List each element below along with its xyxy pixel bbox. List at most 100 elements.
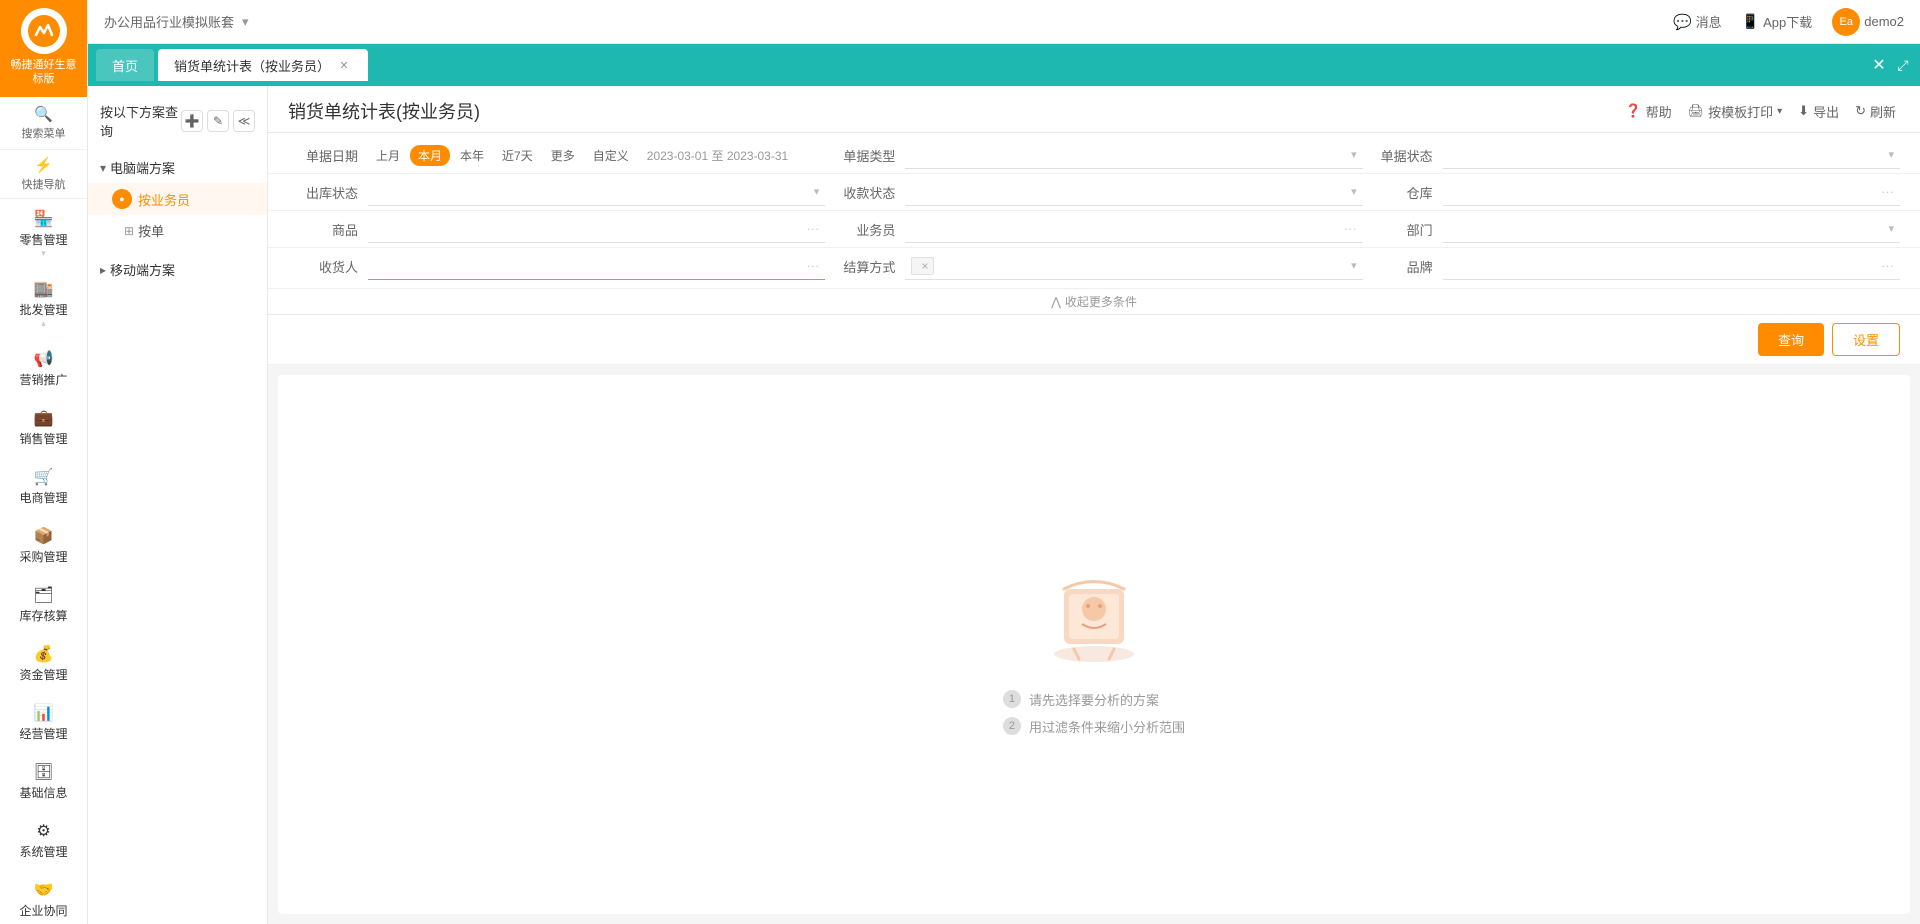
logo-text: 畅捷通好生意 标版 — [7, 56, 81, 89]
sidebar-item-ecommerce[interactable]: 🛒 电商管理 — [0, 457, 87, 516]
tab-sales-stats[interactable]: 销货单统计表（按业务员） ✕ — [158, 49, 368, 81]
tip-text-2: 用过滤条件来缩小分析范围 — [1029, 717, 1185, 736]
sidebar-item-label-marketing: 营销推广 — [19, 371, 67, 388]
maximize-btn[interactable]: ⤢ — [1894, 56, 1912, 74]
empty-tip-1: 1 请先选择要分析的方案 — [1003, 690, 1185, 709]
sidebar-item-label-purchase: 采购管理 — [19, 548, 67, 565]
collapse-bar: ⋀ 收起更多条件 — [268, 288, 1920, 314]
filter-docstatus-cell: 单据状态 ▾ — [1363, 141, 1900, 169]
left-panel-title: 按以下方案查询 — [100, 102, 181, 140]
date-tab-last-month[interactable]: 上月 — [368, 145, 408, 166]
page-title: 销货单统计表(按业务员) — [288, 98, 480, 124]
date-tab-custom[interactable]: 自定义 — [585, 145, 637, 166]
scheme-by-salesperson[interactable]: ● 按业务员 — [88, 183, 267, 215]
mobile-group-toggle[interactable]: ▸ 移动端方案 — [88, 254, 267, 285]
chevron-right-icon: ▸ — [100, 263, 106, 277]
warehouse-label: 仓库 — [1363, 183, 1443, 202]
sidebar-item-wholesale[interactable]: 🏬 批发管理 ▴ — [0, 269, 87, 339]
filter-salesperson-cell: 业务员 ··· — [825, 215, 1362, 243]
date-tab-this-month[interactable]: 本月 — [410, 145, 450, 166]
goods-input[interactable]: ··· — [368, 215, 825, 243]
docstatus-arrow-icon: ▾ — [1884, 148, 1894, 161]
sidebar-item-system[interactable]: ⚙ 系统管理 — [0, 811, 87, 870]
scheme-by-order[interactable]: ⊞ 按单 — [88, 215, 267, 246]
date-tab-7days[interactable]: 近7天 — [494, 145, 541, 166]
username-label: demo2 — [1864, 14, 1904, 29]
print-btn[interactable]: 🖨 按模板打印 ▾ — [1684, 102, 1787, 121]
goods-label: 商品 — [288, 220, 368, 239]
export-btn[interactable]: ⬇ 导出 — [1794, 102, 1843, 121]
sidebar-item-purchase[interactable]: 📦 采购管理 — [0, 516, 87, 575]
user-menu[interactable]: Ea demo2 — [1832, 8, 1904, 36]
empty-tip-2: 2 用过滤条件来缩小分析范围 — [1003, 717, 1185, 736]
tip-num-2: 2 — [1003, 717, 1021, 735]
add-scheme-btn[interactable]: ➕ — [181, 110, 203, 132]
sidebar-item-inventory[interactable]: 🗂 库存核算 — [0, 575, 87, 634]
recipient-input[interactable]: ··· — [368, 252, 825, 280]
chevron-down-icon: ▾ — [100, 161, 106, 175]
doctype-select[interactable]: ▾ — [905, 141, 1362, 169]
desktop-schemes-group: ▾ 电脑端方案 ● 按业务员 ⊞ 按单 — [88, 148, 267, 250]
goods-dots-icon: ··· — [802, 221, 819, 236]
collapse-panel-btn[interactable]: ≪ — [233, 110, 255, 132]
topbar-dropdown-icon[interactable]: ▾ — [242, 14, 249, 30]
wholesale-arrow-icon: ▴ — [41, 318, 46, 329]
app-download-btn[interactable]: 📱 App下载 — [1742, 12, 1813, 31]
sidebar-item-label-wholesale: 批发管理 — [19, 301, 67, 318]
brand-input[interactable]: ··· — [1443, 252, 1900, 280]
filter-date-cell: 单据日期 上月 本月 本年 近7天 更多 自定义 2023-03-01 至 20… — [288, 141, 825, 169]
empty-state: 1 请先选择要分析的方案 2 用过滤条件来缩小分析范围 — [278, 375, 1910, 914]
settings-button[interactable]: 设置 — [1832, 323, 1900, 356]
sales-icon: 💼 — [34, 408, 54, 428]
quick-nav-label: 快捷导航 — [22, 176, 66, 192]
warehouse-input[interactable]: ··· — [1443, 178, 1900, 206]
settlement-tag-close[interactable]: × — [921, 259, 928, 273]
date-tab-this-year[interactable]: 本年 — [452, 145, 492, 166]
search-menu[interactable]: 🔍 搜索菜单 — [0, 97, 87, 150]
tab-home-label: 首页 — [112, 56, 138, 75]
dept-arrow-icon: ▾ — [1884, 222, 1894, 235]
quick-nav[interactable]: ⚡ 快捷导航 — [0, 150, 87, 199]
tab-home[interactable]: 首页 — [96, 49, 154, 81]
date-tab-more[interactable]: 更多 — [543, 145, 583, 166]
enterprise-icon: 🤝 — [34, 880, 54, 900]
docstatus-select[interactable]: ▾ — [1443, 141, 1900, 169]
help-btn[interactable]: ❓ 帮助 — [1621, 102, 1675, 121]
stockout-select[interactable]: ▾ — [368, 178, 825, 206]
doctype-label: 单据类型 — [825, 146, 905, 165]
wholesale-icon: 🏬 — [34, 279, 54, 299]
sidebar-item-finance[interactable]: 💰 资金管理 — [0, 634, 87, 693]
desktop-group-toggle[interactable]: ▾ 电脑端方案 — [88, 152, 267, 183]
close-window-btn[interactable]: ✕ — [1870, 56, 1888, 74]
tab-close-btn[interactable]: ✕ — [336, 57, 352, 73]
refresh-icon: ↻ — [1855, 103, 1866, 119]
sidebar-item-retail[interactable]: 🏪 零售管理 ▾ — [0, 199, 87, 269]
mobile-group-label: 移动端方案 — [110, 260, 175, 279]
sidebar-item-ops[interactable]: 📊 经营管理 — [0, 693, 87, 752]
edit-scheme-btn[interactable]: ✎ — [207, 110, 229, 132]
sidebar-item-enterprise[interactable]: 🤝 企业协同 — [0, 870, 87, 924]
doctype-arrow-icon: ▾ — [1347, 148, 1357, 161]
settlement-select[interactable]: × ▾ — [905, 252, 1362, 280]
refresh-btn[interactable]: ↻ 刷新 — [1851, 102, 1900, 121]
query-button[interactable]: 查询 — [1758, 323, 1824, 356]
salesperson-label: 业务员 — [825, 220, 905, 239]
salesperson-scheme-icon: ● — [112, 189, 132, 209]
messages-btn[interactable]: 💬 消息 — [1673, 12, 1722, 31]
sidebar-item-sales[interactable]: 💼 销售管理 — [0, 398, 87, 457]
salesperson-input[interactable]: ··· — [905, 215, 1362, 243]
salesperson-scheme-label: 按业务员 — [138, 190, 190, 209]
sidebar-item-marketing[interactable]: 📢 营销推广 — [0, 339, 87, 398]
page-actions: ❓ 帮助 🖨 按模板打印 ▾ ⬇ 导出 ↻ 刷新 — [1621, 102, 1900, 121]
right-content: 销货单统计表(按业务员) ❓ 帮助 🖨 按模板打印 ▾ ⬇ 导出 — [268, 86, 1920, 924]
payment-select[interactable]: ▾ — [905, 178, 1362, 206]
topbar-left: 办公用品行业模拟账套 ▾ — [104, 12, 249, 31]
avatar: Ea — [1832, 8, 1860, 36]
mobile-schemes-group: ▸ 移动端方案 — [88, 250, 267, 289]
sidebar-item-basic[interactable]: 🗄 基础信息 — [0, 752, 87, 811]
collapse-btn[interactable]: ⋀ 收起更多条件 — [1051, 293, 1137, 310]
top-menu-title: 办公用品行业模拟账套 — [104, 12, 234, 31]
logo-icon — [21, 8, 67, 54]
dept-select[interactable]: ▾ — [1443, 215, 1900, 243]
export-label: 导出 — [1813, 102, 1839, 121]
